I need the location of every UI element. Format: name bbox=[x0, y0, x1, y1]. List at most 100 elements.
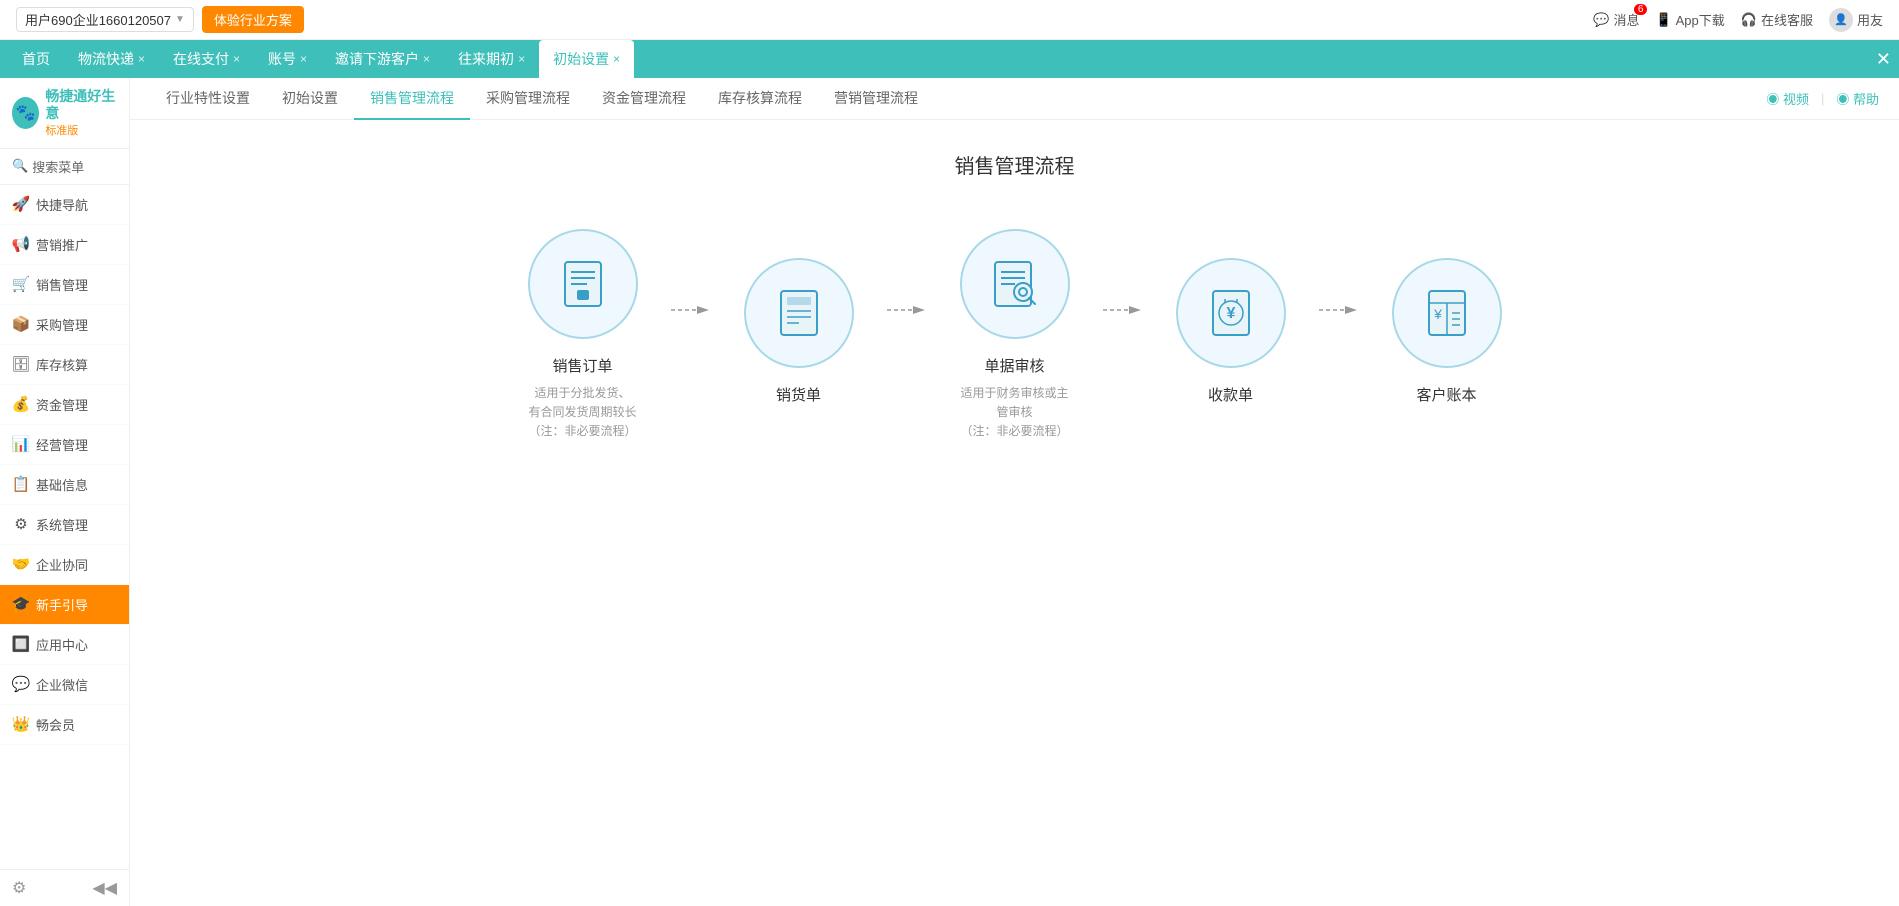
nav-tab-logistics[interactable]: 物流快递 × bbox=[64, 40, 159, 78]
search-menu[interactable]: 🔍 搜索菜单 bbox=[0, 149, 129, 185]
flow-arrow-2 bbox=[879, 300, 935, 320]
sub-tab-marketing-flow[interactable]: 营销管理流程 bbox=[818, 78, 934, 120]
search-label: 搜索菜单 bbox=[32, 157, 84, 176]
step-desc-audit: 适用于财务审核或主管审核（注：非必要流程） bbox=[960, 384, 1068, 442]
nav-tab-home[interactable]: 首页 bbox=[8, 40, 64, 78]
video-link[interactable]: ◉ 视频 bbox=[1766, 89, 1809, 108]
help-link[interactable]: ◉ 帮助 bbox=[1836, 89, 1879, 108]
sub-tab-purchase-flow[interactable]: 采购管理流程 bbox=[470, 78, 586, 120]
purchase-icon: 📦 bbox=[12, 315, 30, 333]
collab-icon: 🤝 bbox=[12, 555, 30, 573]
step-circle-sales-order[interactable] bbox=[528, 229, 638, 339]
finance-icon: 💰 bbox=[12, 395, 30, 413]
step-circle-audit[interactable] bbox=[960, 229, 1070, 339]
app-download-item[interactable]: 📱 App下载 bbox=[1655, 10, 1724, 29]
sidebar-item-system[interactable]: ⚙ 系统管理 bbox=[0, 505, 129, 545]
sidebar-item-vip-label: 畅会员 bbox=[36, 715, 75, 734]
step-circle-ledger[interactable]: ¥ bbox=[1392, 258, 1502, 368]
message-icon: 💬 bbox=[1593, 12, 1609, 28]
sidebar-item-purchase[interactable]: 📦 采购管理 bbox=[0, 305, 129, 345]
nav-tab-account-close[interactable]: × bbox=[300, 52, 307, 66]
settings-icon[interactable]: ⚙ bbox=[12, 878, 26, 898]
nav-tab-init-close[interactable]: × bbox=[613, 52, 620, 66]
sub-tab-finance-flow[interactable]: 资金管理流程 bbox=[586, 78, 702, 120]
sub-tab-inventory-flow-label: 库存核算流程 bbox=[718, 90, 802, 106]
flow-title: 销售管理流程 bbox=[955, 150, 1075, 179]
divider: | bbox=[1821, 91, 1824, 106]
search-icon: 🔍 bbox=[12, 158, 28, 174]
nav-tab-payment-label: 在线支付 bbox=[173, 49, 229, 69]
nav-tab-init-label: 初始设置 bbox=[553, 49, 609, 69]
sidebar-item-guide[interactable]: 🎓 新手引导 bbox=[0, 585, 129, 625]
header-left: 用户690企业1660120507 ▼ 体验行业方案 bbox=[16, 6, 304, 33]
sidebar-item-vip[interactable]: 👑 畅会员 bbox=[0, 705, 129, 745]
step-circle-receipt[interactable]: ¥ bbox=[1176, 258, 1286, 368]
nav-tab-account-label: 账号 bbox=[268, 49, 296, 69]
nav-tab-payment[interactable]: 在线支付 × bbox=[159, 40, 254, 78]
sub-tabs: 行业特性设置 初始设置 销售管理流程 采购管理流程 资金管理流程 库存核算流程 … bbox=[130, 78, 1899, 120]
sidebar-item-finance[interactable]: 💰 资金管理 bbox=[0, 385, 129, 425]
sub-tab-industry[interactable]: 行业特性设置 bbox=[150, 78, 266, 120]
flow-arrow-1 bbox=[663, 300, 719, 320]
sidebar-item-purchase-label: 采购管理 bbox=[36, 315, 88, 334]
nav-tabs: 首页 物流快递 × 在线支付 × 账号 × 邀请下游客户 × 往来期初 × 初始… bbox=[0, 40, 1899, 78]
nav-tab-init[interactable]: 初始设置 × bbox=[539, 40, 634, 78]
sidebar-item-quick-label: 快捷导航 bbox=[36, 195, 88, 214]
sub-tab-init-label: 初始设置 bbox=[282, 90, 338, 106]
sidebar-item-sales[interactable]: 🛒 销售管理 bbox=[0, 265, 129, 305]
nav-tab-period-label: 往来期初 bbox=[458, 49, 514, 69]
logo-icon: 🐾 bbox=[12, 97, 39, 129]
svg-text:¥: ¥ bbox=[1226, 305, 1235, 322]
sidebar-item-wechat[interactable]: 💬 企业微信 bbox=[0, 665, 129, 705]
sidebar-item-inventory[interactable]: 🗄 库存核算 bbox=[0, 345, 129, 385]
nav-tab-logistics-close[interactable]: × bbox=[138, 52, 145, 66]
message-item[interactable]: 💬 消息 6 bbox=[1593, 10, 1639, 29]
guide-icon: 🎓 bbox=[12, 595, 30, 613]
sidebar-item-system-label: 系统管理 bbox=[36, 515, 88, 534]
sub-tab-init[interactable]: 初始设置 bbox=[266, 78, 354, 120]
app-icon: 📱 bbox=[1655, 12, 1671, 28]
nav-tab-account[interactable]: 账号 × bbox=[254, 40, 321, 78]
sidebar-item-quick[interactable]: 🚀 快捷导航 bbox=[0, 185, 129, 225]
user-select[interactable]: 用户690企业1660120507 ▼ bbox=[16, 7, 194, 32]
sales-order-icon bbox=[555, 256, 611, 312]
base-icon: 📋 bbox=[12, 475, 30, 493]
sub-tab-sales-flow[interactable]: 销售管理流程 bbox=[354, 78, 470, 120]
nav-tab-invite[interactable]: 邀请下游客户 × bbox=[321, 40, 444, 78]
flow-step-invoice: 销货单 bbox=[719, 258, 879, 413]
service-item[interactable]: 🎧 在线客服 bbox=[1741, 10, 1813, 29]
sidebar-item-operations[interactable]: 📊 经营管理 bbox=[0, 425, 129, 465]
sidebar-item-apps[interactable]: 🔲 应用中心 bbox=[0, 625, 129, 665]
vip-icon: 👑 bbox=[12, 715, 30, 733]
nav-close-all-button[interactable]: ✕ bbox=[1876, 49, 1891, 70]
sub-tab-marketing-flow-label: 营销管理流程 bbox=[834, 90, 918, 106]
user-label: 用户690企业1660120507 bbox=[25, 10, 171, 29]
inventory-icon: 🗄 bbox=[12, 355, 30, 373]
sidebar-item-inventory-label: 库存核算 bbox=[36, 355, 88, 374]
collapse-icon[interactable]: ◀◀ bbox=[92, 878, 117, 898]
flow-step-audit: 单据审核 适用于财务审核或主管审核（注：非必要流程） bbox=[935, 229, 1095, 442]
header-right: 💬 消息 6 📱 App下载 🎧 在线客服 👤 用友 bbox=[1593, 8, 1883, 32]
trial-button[interactable]: 体验行业方案 bbox=[202, 6, 304, 33]
nav-tab-period[interactable]: 往来期初 × bbox=[444, 40, 539, 78]
wechat-icon: 💬 bbox=[12, 675, 30, 693]
user-name: 用友 bbox=[1857, 10, 1883, 29]
sub-tab-inventory-flow[interactable]: 库存核算流程 bbox=[702, 78, 818, 120]
sidebar-item-base[interactable]: 📋 基础信息 bbox=[0, 465, 129, 505]
sidebar-item-collab[interactable]: 🤝 企业协同 bbox=[0, 545, 129, 585]
logo-text: 畅捷通好生意 bbox=[45, 88, 117, 122]
nav-tab-period-close[interactable]: × bbox=[518, 52, 525, 66]
apps-icon: 🔲 bbox=[12, 635, 30, 653]
quick-nav-icon: 🚀 bbox=[12, 195, 30, 213]
nav-tab-home-label: 首页 bbox=[22, 49, 50, 69]
user-item[interactable]: 👤 用友 bbox=[1829, 8, 1883, 32]
step-name-sales-order: 销售订单 bbox=[552, 355, 612, 376]
nav-tab-payment-close[interactable]: × bbox=[233, 52, 240, 66]
operations-icon: 📊 bbox=[12, 435, 30, 453]
top-header: 用户690企业1660120507 ▼ 体验行业方案 💬 消息 6 📱 App下… bbox=[0, 0, 1899, 40]
step-circle-invoice[interactable] bbox=[744, 258, 854, 368]
nav-tab-invite-close[interactable]: × bbox=[423, 52, 430, 66]
sub-tabs-right: ◉ 视频 | ◉ 帮助 bbox=[1766, 89, 1879, 108]
sidebar-item-marketing-label: 营销推广 bbox=[36, 235, 88, 254]
sidebar-item-marketing[interactable]: 📢 营销推广 bbox=[0, 225, 129, 265]
